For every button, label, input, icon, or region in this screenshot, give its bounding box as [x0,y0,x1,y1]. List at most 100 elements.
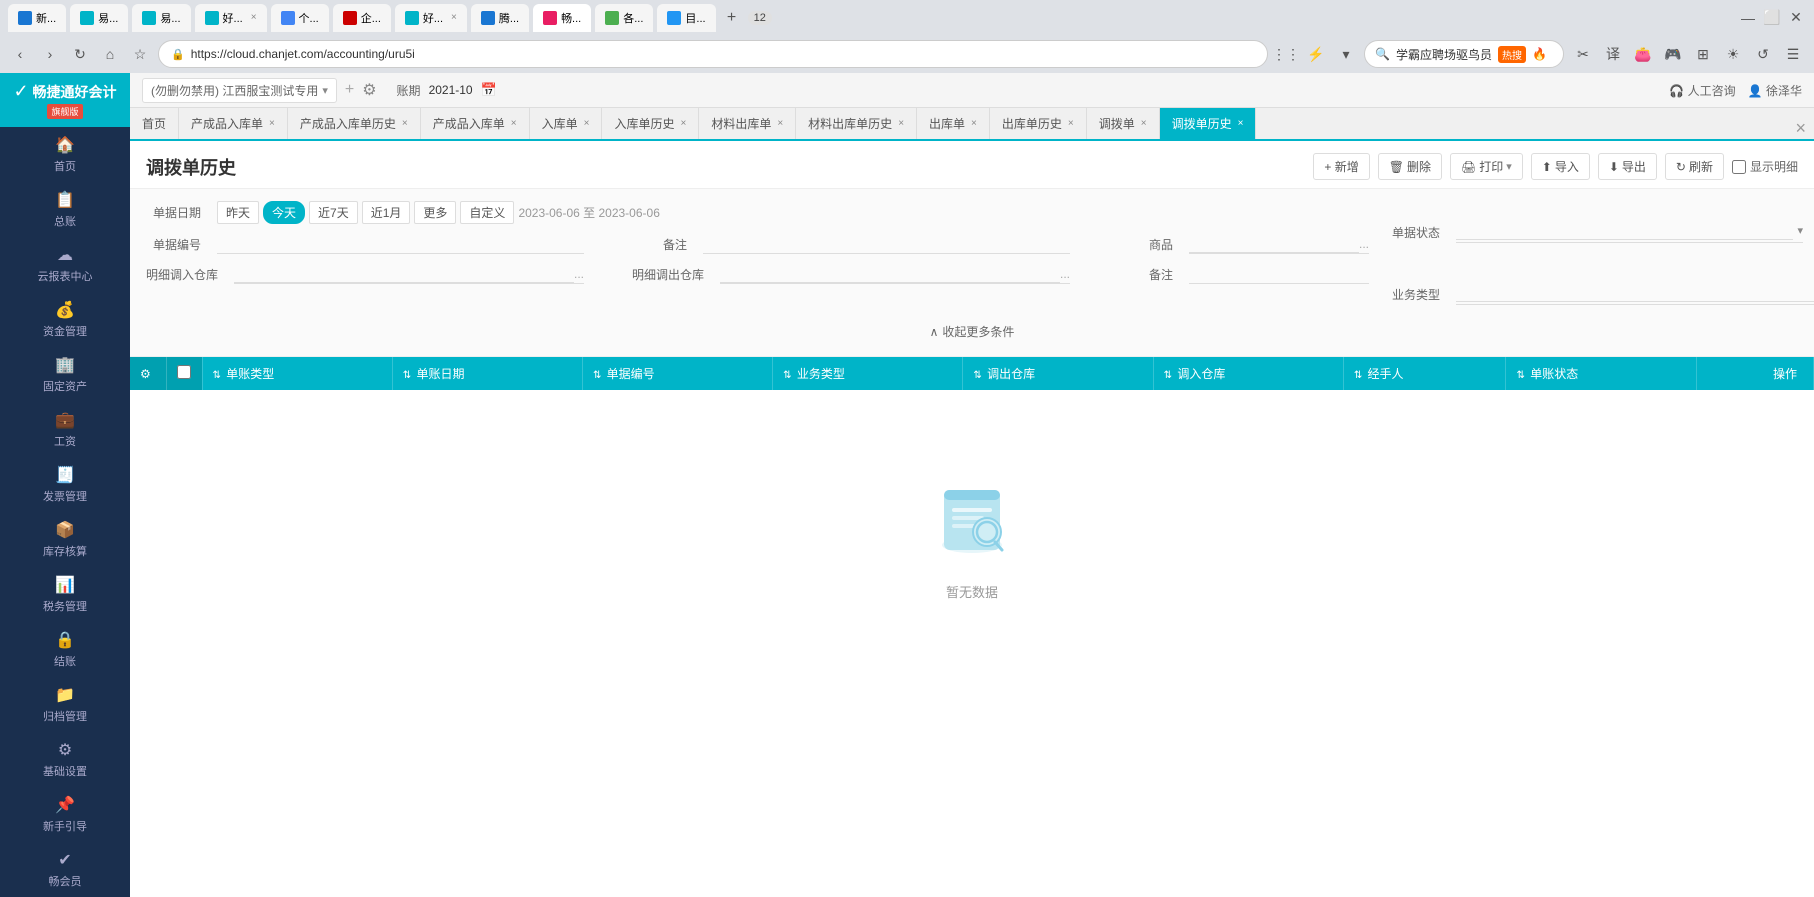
forward-button[interactable]: › [38,42,62,66]
wallet-icon[interactable]: 👛 [1630,41,1656,67]
sidebar-item-payroll[interactable]: 💼 工资 [0,402,130,457]
tab-close-4[interactable]: × [251,12,257,23]
date-btn-7days[interactable]: 近7天 [309,201,358,224]
date-btn-yesterday[interactable]: 昨天 [217,201,259,224]
theme-icon[interactable]: ☀ [1720,41,1746,67]
user-avatar[interactable]: 👤 徐泽华 [1748,82,1802,99]
sidebar-item-settings[interactable]: ⚙ 基础设置 [0,732,130,787]
sidebar-item-closing[interactable]: 🔒 结账 [0,622,130,677]
tab-close-inbound[interactable]: × [269,118,275,129]
search-box[interactable]: 🔍 学霸应聘场驱鸟员 热搜 🔥 [1364,40,1564,68]
menu-icon[interactable]: ☰ [1780,41,1806,67]
biz-type-select[interactable] [1456,283,1814,302]
close-all-tabs-button[interactable]: × [1795,118,1806,139]
detail-in-more-icon[interactable]: ... [574,267,584,281]
minimize-button[interactable]: — [1738,8,1758,28]
company-selector[interactable]: (勿删勿禁用) 江西服宝测试专用 ▾ [142,78,337,103]
tab-close-material-out-history[interactable]: × [898,118,904,129]
sidebar-item-invoice[interactable]: 🧾 发票管理 [0,457,130,512]
page-tab-transfer[interactable]: 调拨单 × [1087,108,1160,139]
scissors-icon[interactable]: ✂ [1570,41,1596,67]
remark-input[interactable] [703,235,1070,254]
sidebar-item-archive[interactable]: 📁 归档管理 [0,677,130,732]
browser-tab-6[interactable]: 企... [333,4,391,32]
sidebar-item-finance[interactable]: 💰 资金管理 [0,292,130,347]
sidebar-item-home[interactable]: 🏠 首页 [0,127,130,182]
tab-close-inbound-history[interactable]: × [402,118,408,129]
detail-in-input[interactable] [234,264,574,283]
note-input[interactable] [1189,265,1369,284]
close-button[interactable]: ✕ [1786,8,1806,28]
browser-tab-7[interactable]: 好... × [395,4,467,32]
settings-gear-icon[interactable]: ⚙ [362,80,376,100]
browser-tab-1[interactable]: 新... [8,4,66,32]
th-date[interactable]: ⇅ 单账日期 [392,357,582,390]
maximize-button[interactable]: ⬜ [1762,8,1782,28]
game-icon[interactable]: 🎮 [1660,41,1686,67]
tab-close-7[interactable]: × [451,12,457,23]
tab-close-material-out[interactable]: × [777,118,783,129]
date-btn-custom[interactable]: 自定义 [460,201,514,224]
delete-button[interactable]: 🗑 删除 [1378,153,1442,180]
import-button[interactable]: ⬆ 导入 [1531,153,1590,180]
new-button[interactable]: + 新增 [1313,153,1369,180]
translate-icon[interactable]: 译 [1600,41,1626,67]
page-tab-inbound2[interactable]: 产成品入库单 × [421,108,530,139]
th-checkbox[interactable] [166,357,202,390]
th-biz[interactable]: ⇅ 业务类型 [773,357,963,390]
tab-close-stock-in-history[interactable]: × [680,118,686,129]
sidebar-item-ledger[interactable]: 📋 总账 [0,182,130,237]
page-tab-home[interactable]: 首页 [130,108,179,139]
display-toggle-checkbox[interactable] [1732,160,1746,174]
sidebar-item-guide[interactable]: 📌 新手引导 [0,787,130,842]
extensions-button[interactable]: ⋮⋮ [1274,42,1298,66]
lightning-button[interactable]: ⚡ [1304,42,1328,66]
address-bar[interactable]: 🔒 https://cloud.chanjet.com/accounting/u… [158,40,1268,68]
dropdown-button[interactable]: ▾ [1334,42,1358,66]
select-all-checkbox[interactable] [177,365,191,379]
refresh-button[interactable]: ↻ 刷新 [1665,153,1724,180]
browser-tab-8[interactable]: 腾... [471,4,529,32]
date-btn-today[interactable]: 今天 [263,201,305,224]
th-gear[interactable]: ⚙ [130,357,166,390]
history-icon[interactable]: ↺ [1750,41,1776,67]
date-btn-more[interactable]: 更多 [414,201,456,224]
grid-icon[interactable]: ⊞ [1690,41,1716,67]
tab-close-stock-out[interactable]: × [971,118,977,129]
page-tab-inbound[interactable]: 产成品入库单 × [179,108,288,139]
sidebar-item-member[interactable]: ✔ 畅会员 [0,842,130,897]
export-button[interactable]: ⬇ 导出 [1598,153,1657,180]
browser-tab-2[interactable]: 易... [70,4,128,32]
tab-close-transfer[interactable]: × [1141,118,1147,129]
tab-close-transfer-history[interactable]: × [1238,118,1244,129]
back-button[interactable]: ‹ [8,42,32,66]
browser-tab-11[interactable]: 目... [657,4,715,32]
tab-close-inbound2[interactable]: × [511,118,517,129]
collapse-filter-button[interactable]: ∧ 收起更多条件 [930,319,1015,344]
browser-tab-5[interactable]: 个... [271,4,329,32]
calendar-icon[interactable]: 📅 [481,82,497,98]
th-type[interactable]: ⇅ 单账类型 [202,357,392,390]
th-handler[interactable]: ⇅ 经手人 [1343,357,1506,390]
detail-out-more-icon[interactable]: ... [1060,267,1070,281]
page-tab-stock-in-history[interactable]: 入库单历史 × [602,108,699,139]
bookmark-button[interactable]: ☆ [128,42,152,66]
th-status[interactable]: ⇅ 单账状态 [1506,357,1696,390]
status-select[interactable] [1456,221,1793,240]
page-tab-stock-in[interactable]: 入库单 × [530,108,603,139]
sidebar-item-inventory[interactable]: 📦 库存核算 [0,512,130,567]
th-no[interactable]: ⇅ 单据编号 [582,357,772,390]
sidebar-item-assets[interactable]: 🏢 固定资产 [0,347,130,402]
tab-close-stock-in[interactable]: × [584,118,590,129]
page-tab-stock-out-history[interactable]: 出库单历史 × [990,108,1087,139]
sidebar-item-tax[interactable]: 📊 税务管理 [0,567,130,622]
tab-close-stock-out-history[interactable]: × [1068,118,1074,129]
home-button[interactable]: ⌂ [98,42,122,66]
browser-tab-3[interactable]: 易... [132,4,190,32]
print-button[interactable]: 🖨 打印 ▾ [1450,153,1523,180]
browser-tab-9[interactable]: 畅... [533,4,591,32]
new-tab-button[interactable]: + [720,6,744,30]
refresh-button[interactable]: ↻ [68,42,92,66]
browser-tab-4[interactable]: 好... × [195,4,267,32]
goods-input[interactable] [1189,234,1359,253]
